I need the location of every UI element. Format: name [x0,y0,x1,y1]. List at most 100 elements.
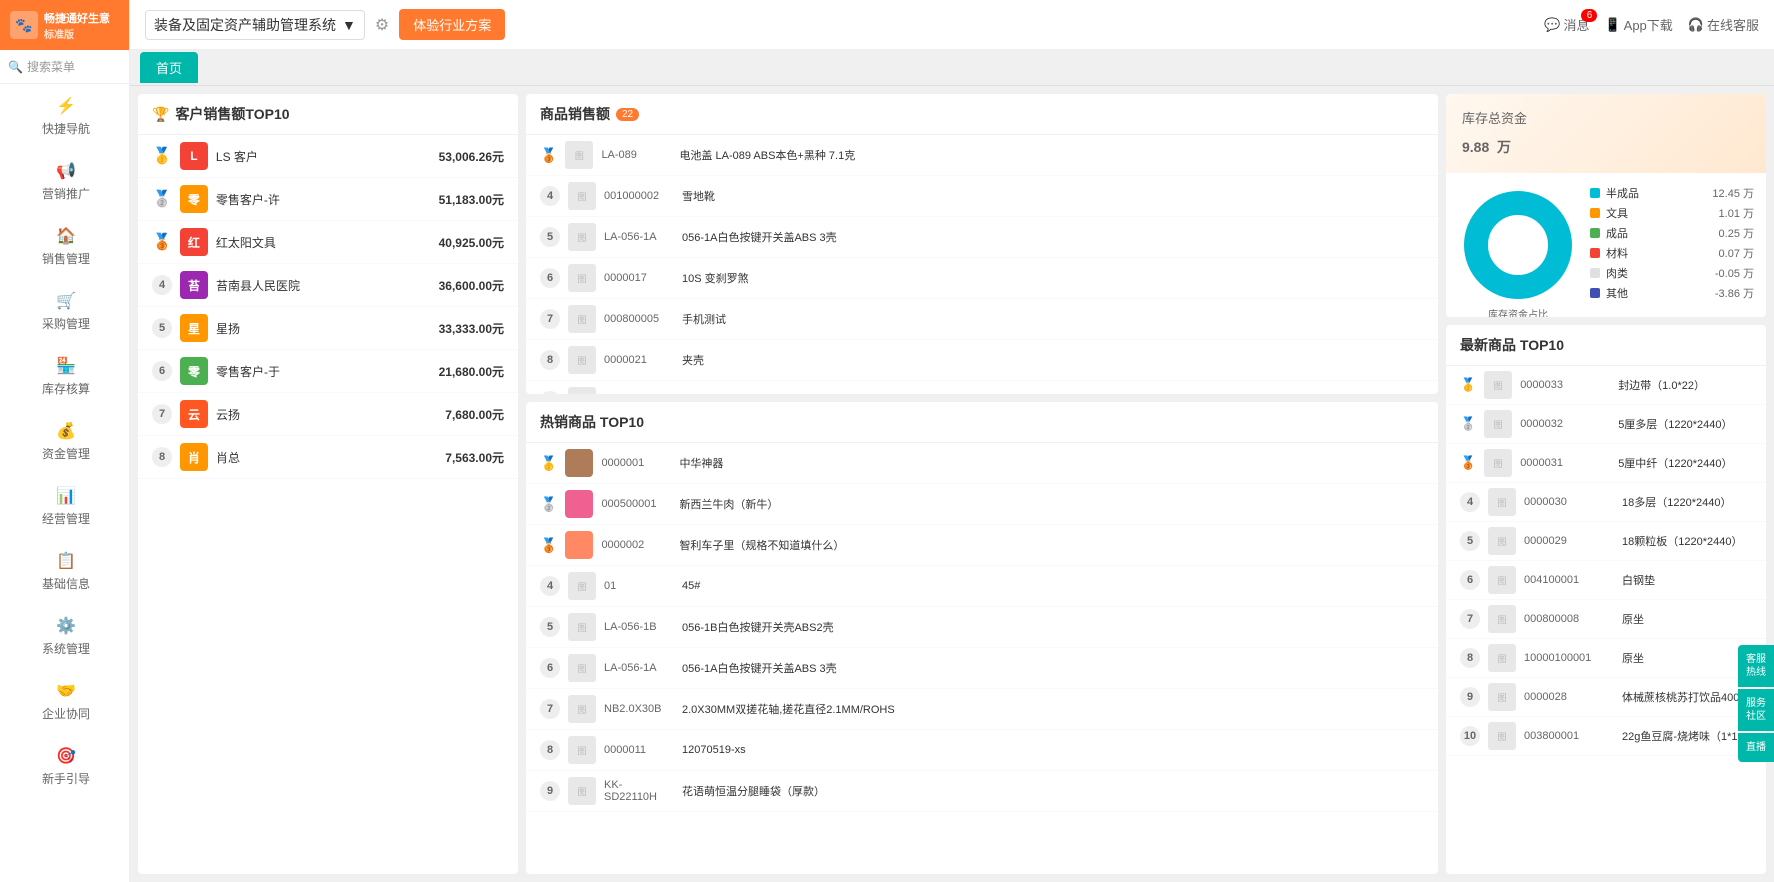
product-name: 电池盖 LA-089 ABS本色+黑种 7.1克 [679,147,1424,163]
product-name: 夹壳 [682,352,1424,368]
sidebar-item-quick-nav[interactable]: ⚡ 快捷导航 [0,84,129,149]
finance-label: 资金管理 [42,445,90,462]
product-name: 原坐 [1622,611,1752,627]
new-product-item: 8 图 10000100001 原坐 [1446,639,1766,678]
sidebar-item-inventory[interactable]: 🏪 库存核算 [0,344,129,409]
product-code: 0000030 [1524,496,1614,508]
system-selector[interactable]: 装备及固定资产辅助管理系统 ▼ [145,10,365,40]
dropdown-icon: ▼ [342,17,356,33]
sidebar-item-sales[interactable]: 🏠 销售管理 [0,214,129,279]
rank-medal: 🥈 [152,189,172,209]
rank-num: 4 [152,275,172,295]
customer-name: 肖总 [216,449,437,466]
goods-rank-item: 7 图 000800005 手机测试 [526,299,1438,340]
product-img: 图 [1488,722,1516,750]
sidebar-item-purchase[interactable]: 🛒 采购管理 [0,279,129,344]
legend-item: 其他 -3.86 万 [1590,285,1754,301]
tab-home[interactable]: 首页 [140,52,198,83]
trial-button[interactable]: 体验行业方案 [399,9,505,40]
donut-svg [1458,185,1578,305]
customer-name: 零售客户-于 [216,363,431,380]
float-btn[interactable]: 客服热线 [1738,645,1774,687]
new-product-item: 4 图 0000030 18多层（1220*2440） [1446,483,1766,522]
new-products-list: 🥇 图 0000033 封边带（1.0*22） 🥈 图 0000032 5厘多层… [1446,366,1766,874]
product-img: 图 [568,223,596,251]
basic-icon: 📋 [56,551,76,571]
quick-nav-label: 快捷导航 [42,120,90,137]
sidebar-item-marketing[interactable]: 📢 营销推广 [0,149,129,214]
new-product-item: 10 图 003800001 22g鱼豆腐-烧烤味（1*12*20） [1446,717,1766,756]
product-name: 22g鱼豆腐-烧烤味（1*12*20） [1622,728,1752,744]
sidebar-item-system[interactable]: ⚙️ 系统管理 [0,604,129,669]
messages-btn[interactable]: 💬 消息 6 [1544,15,1589,34]
product-name: 中华神器 [679,455,1424,471]
settings-button[interactable]: ⚙ [375,15,389,35]
new-product-item: 🥈 图 0000032 5厘多层（1220*2440） [1446,405,1766,444]
sidebar-item-finance[interactable]: 💰 资金管理 [0,409,129,474]
product-code: LA-056-1A [604,662,674,674]
new-products-header: 最新商品 TOP10 [1446,325,1766,366]
goods-ranking-header: 商品销售额 22 [526,94,1438,135]
product-name: 45# [682,580,1424,592]
goods-ranking-title: 商品销售额 [540,104,610,124]
search-menu[interactable]: 🔍 搜索菜单 [0,50,129,84]
app-name: 畅捷通好生意 [44,10,110,26]
headset-icon: 🎧 [1688,17,1704,33]
product-img [565,531,593,559]
sidebar-item-basic[interactable]: 📋 基础信息 [0,539,129,604]
product-code: 0000021 [604,354,674,366]
legend-item: 肉类 -0.05 万 [1590,265,1754,281]
product-img: 图 [1488,683,1516,711]
purchase-icon: 🛒 [56,291,76,311]
legend-item: 材料 0.07 万 [1590,245,1754,261]
product-code: 000500001 [601,498,671,510]
product-name: 056-1A白色按键开关盖ABS 3壳 [682,660,1424,676]
sidebar-item-guide[interactable]: 🎯 新手引导 [0,734,129,799]
online-service-btn[interactable]: 🎧 在线客服 [1688,15,1759,34]
product-code: 10000100001 [1524,652,1614,664]
product-img: 图 [568,613,596,641]
product-name: 10S 变刹罗煞 [682,270,1424,286]
hot-product-item: 5 图 LA-056-1B 056-1B白色按键开关壳ABS2壳 [526,607,1438,648]
goods-count-badge: 22 [616,108,639,121]
hot-products-title: 热销商品 TOP10 [540,412,644,432]
product-code: 000800005 [604,313,674,325]
inventory-icon: 🏪 [56,356,76,376]
rank-num: 6 [152,361,172,381]
legend-name: 成品 [1606,225,1713,241]
product-img: 图 [568,387,596,394]
goods-rank-item: 5 图 LA-056-1A 056-1A白色按键开关盖ABS 3壳 [526,217,1438,258]
inventory-legend: 半成品 12.45 万 文具 1.01 万 成品 0.25 万 材料 0.07 … [1590,185,1754,305]
float-btn[interactable]: 直播 [1738,733,1774,762]
rank-num: 7 [152,404,172,424]
legend-value: 0.07 万 [1719,245,1754,261]
app-download-btn[interactable]: 📱 App下载 [1604,15,1672,34]
logo-icon: 🐾 [10,11,38,39]
left-panel: 🏆 客户销售额TOP10 🥇 L LS 客户 53,006.26元 🥈 零 零售… [138,94,518,874]
goods-rank-item: 🥉 图 LA-089 电池盖 LA-089 ABS本色+黑种 7.1克 [526,135,1438,176]
legend-dot [1590,208,1600,218]
hot-product-item: 8 图 0000011 12070519-xs [526,730,1438,771]
legend-name: 其他 [1606,285,1709,301]
customer-ranking-header: 🏆 客户销售额TOP10 [138,94,518,135]
hot-products-header: 热销商品 TOP10 [526,402,1438,443]
product-code: 000800008 [1524,613,1614,625]
new-product-item: 9 图 0000028 体械蔗核桃苏打饮品400毫升（1*15） [1446,678,1766,717]
avatar: L [180,142,208,170]
product-code: 004100001 [1524,574,1614,586]
product-name: 雪地靴 [682,188,1424,204]
basic-label: 基础信息 [42,575,90,592]
product-code: 0000029 [1524,535,1614,547]
legend-name: 文具 [1606,205,1713,221]
customer-rank-item: 🥇 L LS 客户 53,006.26元 [138,135,518,178]
product-name: 056-1A白色按键开关盖ABS 3壳 [682,229,1424,245]
avatar: 肖 [180,443,208,471]
sidebar-item-enterprise[interactable]: 🤝 企业协同 [0,669,129,734]
sidebar-item-operation[interactable]: 📊 经营管理 [0,474,129,539]
product-name: 5厘多层（1220*2440） [1618,416,1752,432]
float-btn[interactable]: 服务社区 [1738,689,1774,731]
search-icon: 🔍 [8,60,23,74]
product-name: 体械蔗核桃苏打饮品400毫升（1*15） [1622,689,1752,705]
legend-value: 1.01 万 [1719,205,1754,221]
product-img: 图 [1484,371,1512,399]
